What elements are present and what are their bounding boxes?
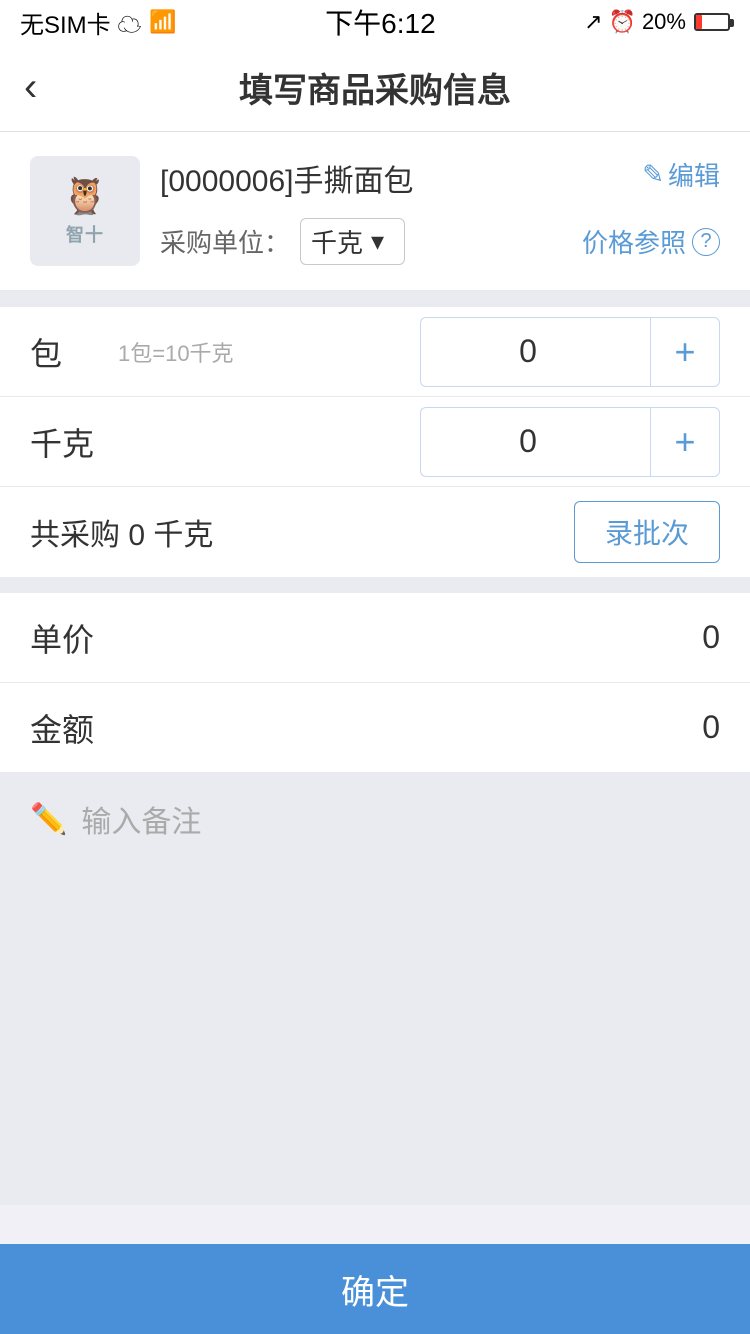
unit-price-label: 单价 xyxy=(30,615,94,661)
edit-icon: ✎ xyxy=(642,159,664,190)
price-reference-button[interactable]: 价格参照 ? xyxy=(582,223,720,260)
back-button[interactable]: ‹ xyxy=(24,65,37,110)
notes-section[interactable]: ✏️ 输入备注 xyxy=(0,773,750,865)
product-card: 🦉 智十 [0000006]手撕面包 ✎ 编辑 采购单位： 千克 ▾ 价格参照 … xyxy=(0,132,750,291)
owl-icon: 🦉 xyxy=(63,175,108,217)
page-title: 填写商品采购信息 xyxy=(239,63,511,112)
kg-quantity-input[interactable] xyxy=(420,407,650,477)
battery-icon xyxy=(694,13,730,31)
location-icon: ↗ xyxy=(584,9,602,35)
input-section: 包 1包=10千克 + 千克 + 共采购 0 千克 录批次 xyxy=(0,307,750,577)
status-time: 下午6:12 xyxy=(325,2,436,42)
total-purchase-text: 共采购 0 千克 xyxy=(30,510,213,554)
price-ref-label: 价格参照 xyxy=(582,223,686,260)
bottom-fill-area xyxy=(0,865,750,1205)
amount-label: 金额 xyxy=(30,705,94,751)
price-section: 单价 0 金额 0 xyxy=(0,593,750,773)
notes-placeholder-text: 输入备注 xyxy=(81,797,201,841)
status-bar: 无SIM卡 ☁ 📶 下午6:12 ↗ ⏰ 20% xyxy=(0,0,750,44)
amount-row: 金额 0 xyxy=(0,683,750,773)
product-info: [0000006]手撕面包 ✎ 编辑 采购单位： 千克 ▾ 价格参照 ? xyxy=(160,156,720,265)
status-left: 无SIM卡 ☁ 📶 xyxy=(20,5,177,40)
pencil-icon: ✏️ xyxy=(30,802,67,837)
unit-price-row: 单价 0 xyxy=(0,593,750,683)
amount-value: 0 xyxy=(702,709,720,746)
price-ref-help-icon: ? xyxy=(692,228,720,256)
brand-label: 智十 xyxy=(66,221,104,247)
dropdown-icon: ▾ xyxy=(371,226,384,257)
record-batch-button[interactable]: 录批次 xyxy=(574,501,720,563)
pack-controls: + xyxy=(420,317,720,387)
summary-row: 共采购 0 千克 录批次 xyxy=(0,487,750,577)
nav-bar: ‹ 填写商品采购信息 xyxy=(0,44,750,132)
product-thumbnail: 🦉 智十 xyxy=(30,156,140,266)
section-separator xyxy=(0,291,750,307)
unit-row: 采购单位： 千克 ▾ xyxy=(160,218,405,265)
kg-controls: + xyxy=(420,407,720,477)
pack-plus-button[interactable]: + xyxy=(650,317,720,387)
confirm-label: 确定 xyxy=(341,1265,409,1314)
wifi-icon: 📶 xyxy=(149,9,176,35)
confirm-button[interactable]: 确定 xyxy=(0,1244,750,1334)
pack-sub-label: 1包=10千克 xyxy=(118,336,420,368)
alarm-icon: ⏰ xyxy=(609,9,636,35)
kg-input-row: 千克 + xyxy=(0,397,750,487)
product-name: [0000006]手撕面包 xyxy=(160,156,413,200)
pack-input-row: 包 1包=10千克 + xyxy=(0,307,750,397)
unit-value: 千克 xyxy=(311,223,363,260)
pack-quantity-input[interactable] xyxy=(420,317,650,387)
edit-label: 编辑 xyxy=(668,156,720,193)
unit-label: 采购单位： xyxy=(160,223,290,260)
battery-percent: 20% xyxy=(642,9,686,35)
unit-select[interactable]: 千克 ▾ xyxy=(300,218,405,265)
kg-plus-button[interactable]: + xyxy=(650,407,720,477)
section-separator-2 xyxy=(0,577,750,593)
status-right: ↗ ⏰ 20% xyxy=(584,9,730,35)
sim-label: 无SIM卡 ☁ xyxy=(20,5,141,40)
pack-label: 包 xyxy=(30,329,110,375)
unit-price-value: 0 xyxy=(702,619,720,656)
edit-button[interactable]: ✎ 编辑 xyxy=(642,156,720,193)
kg-label: 千克 xyxy=(30,419,110,465)
